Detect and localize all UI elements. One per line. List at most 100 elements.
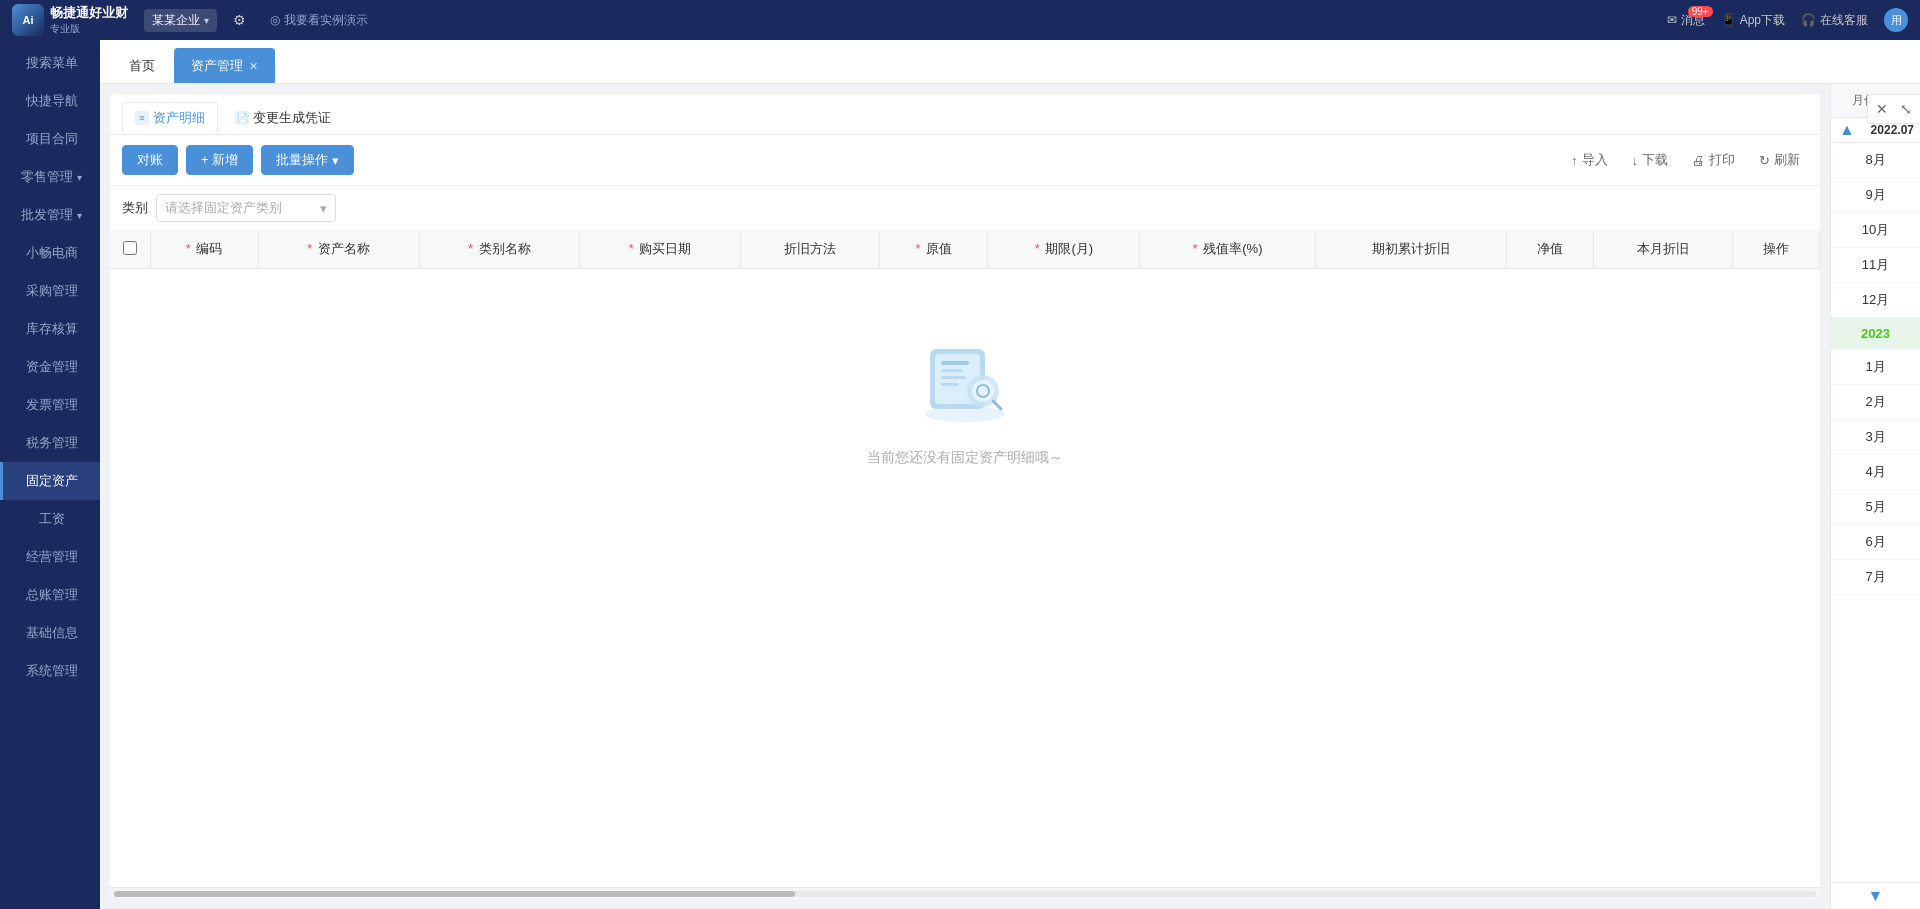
print-button[interactable]: 🖨 打印	[1684, 146, 1743, 174]
message-icon: ✉	[1667, 13, 1677, 27]
add-button[interactable]: + 新增	[186, 145, 253, 175]
select-all-checkbox[interactable]	[123, 241, 137, 255]
app-name: 畅捷通好业财	[50, 5, 128, 20]
app-download-label: App下载	[1740, 12, 1785, 29]
resize-panel-button[interactable]: ⤡	[1896, 99, 1916, 119]
month-item-3[interactable]: 3月	[1831, 420, 1920, 455]
demo-link[interactable]: ◎ 我要看实例演示	[270, 12, 368, 29]
sidebar-item-batch-management[interactable]: 批发管理 ▾	[0, 196, 100, 234]
refresh-button[interactable]: ↻ 刷新	[1751, 146, 1808, 174]
gear-icon[interactable]: ⚙	[233, 12, 246, 28]
sidebar-item-retail-management[interactable]: 零售管理 ▾	[0, 158, 100, 196]
month-item-7[interactable]: 7月	[1831, 560, 1920, 595]
batch-label: 批量操作	[276, 151, 328, 169]
col-original-value-label: 原值	[926, 241, 952, 256]
month-item-5[interactable]: 5月	[1831, 490, 1920, 525]
refresh-icon: ↻	[1759, 153, 1770, 168]
required-mark: *	[1035, 241, 1040, 256]
sidebar-label-business: 经营管理	[26, 548, 78, 566]
month-item-10[interactable]: 10月	[1831, 213, 1920, 248]
logo-icon-text: Ai	[23, 14, 34, 26]
sidebar-item-quick-nav[interactable]: 快捷导航	[0, 82, 100, 120]
required-mark: *	[468, 241, 473, 256]
horizontal-scrollbar[interactable]	[110, 887, 1820, 899]
col-purchase-date: * 购买日期	[580, 230, 741, 269]
sidebar-label-general-ledger: 总账管理	[26, 586, 78, 604]
col-period-months-label: 期限(月)	[1045, 241, 1093, 256]
month-item-2[interactable]: 2月	[1831, 385, 1920, 420]
company-selector[interactable]: 某某企业 ▾	[144, 9, 217, 32]
download-icon-btn: ↓	[1632, 153, 1639, 168]
sidebar-item-search-menu[interactable]: 搜索菜单	[0, 44, 100, 82]
col-asset-name-label: 资产名称	[318, 241, 370, 256]
month-item-year-2023: 2023	[1831, 318, 1920, 350]
import-label: 导入	[1582, 151, 1608, 169]
service-icon: 🎧	[1801, 13, 1816, 27]
sidebar-item-project-contract[interactable]: 项目合同	[0, 120, 100, 158]
col-accumulated-depreciation: 期初累计折旧	[1315, 230, 1507, 269]
month-item-12[interactable]: 12月	[1831, 283, 1920, 318]
top-bar: Ai 畅捷通好业财 专业版 某某企业 ▾ ⚙ ◎ 我要看实例演示 ✉ 消息 99…	[0, 0, 1920, 40]
add-label: + 新增	[201, 151, 238, 169]
month-item-8[interactable]: 8月	[1831, 143, 1920, 178]
top-bar-right: ✉ 消息 99+ 📱 App下载 🎧 在线客服 用	[1667, 8, 1908, 32]
reconcile-button[interactable]: 对账	[122, 145, 178, 175]
col-monthly-depreciation-label: 本月折旧	[1637, 241, 1689, 256]
svg-rect-5	[941, 376, 966, 379]
import-button[interactable]: ↑ 导入	[1563, 146, 1616, 174]
sidebar-item-fixed-assets[interactable]: 固定资产	[0, 462, 100, 500]
month-nav-down-icon[interactable]: ▼	[1868, 887, 1884, 905]
sub-tab-asset-detail[interactable]: ≡ 资产明细	[122, 102, 218, 134]
sidebar-label-quick-nav: 快捷导航	[26, 92, 78, 110]
download-button[interactable]: ↓ 下载	[1624, 146, 1677, 174]
expand-arrow-icon: ▾	[77, 172, 82, 183]
app-download-button[interactable]: 📱 App下载	[1721, 12, 1785, 29]
sub-tabs: ≡ 资产明细 📄 变更生成凭证	[110, 94, 1820, 135]
month-item-11[interactable]: 11月	[1831, 248, 1920, 283]
panel-controls: ✕ ⤡	[1867, 94, 1920, 124]
sidebar-item-general-ledger[interactable]: 总账管理	[0, 576, 100, 614]
sidebar-item-tax-management[interactable]: 税务管理	[0, 424, 100, 462]
col-depreciation-method: 折旧方法	[740, 230, 879, 269]
sub-tab-change-voucher[interactable]: 📄 变更生成凭证	[222, 102, 344, 134]
sidebar-item-business-management[interactable]: 经营管理	[0, 538, 100, 576]
svg-rect-6	[941, 383, 959, 386]
col-category-name: * 类别名称	[419, 230, 580, 269]
month-item-4[interactable]: 4月	[1831, 455, 1920, 490]
batch-button[interactable]: 批量操作 ▾	[261, 145, 354, 175]
month-item-1[interactable]: 1月	[1831, 350, 1920, 385]
scrollbar-thumb[interactable]	[114, 891, 795, 897]
month-panel: 月份选择 ▲ 2022.07 8月 9月 10月 11月 12月 2023 1月…	[1830, 84, 1920, 909]
sidebar-label-batch-management: 批发管理	[21, 206, 73, 224]
sidebar-item-system-management[interactable]: 系统管理	[0, 652, 100, 690]
empty-state: 当前您还没有固定资产明细哦～	[110, 269, 1820, 527]
tab-asset-management-label: 资产管理	[191, 57, 243, 75]
month-item-6[interactable]: 6月	[1831, 525, 1920, 560]
required-mark: *	[186, 241, 191, 256]
main-panel: ≡ 资产明细 📄 变更生成凭证 对账 + 新增	[110, 94, 1820, 899]
tab-asset-management[interactable]: 资产管理 ✕	[174, 48, 275, 83]
col-residual-rate: * 残值率(%)	[1140, 230, 1315, 269]
month-nav-up-icon[interactable]: ▲	[1837, 120, 1857, 140]
category-filter-select[interactable]: 请选择固定资产类别 ▾	[156, 194, 336, 222]
sidebar-label-purchase: 采购管理	[26, 282, 78, 300]
tab-home[interactable]: 首页	[112, 48, 172, 83]
download-label: 下载	[1642, 151, 1668, 169]
close-panel-button[interactable]: ✕	[1872, 99, 1892, 119]
sidebar-item-inventory[interactable]: 库存核算	[0, 310, 100, 348]
avatar[interactable]: 用	[1884, 8, 1908, 32]
sidebar-label-system: 系统管理	[26, 662, 78, 680]
messages-button[interactable]: ✉ 消息 99+	[1667, 12, 1705, 29]
scrollbar-track[interactable]	[114, 891, 1816, 897]
month-item-9[interactable]: 9月	[1831, 178, 1920, 213]
close-icon[interactable]: ✕	[249, 60, 258, 73]
sidebar-item-basic-info[interactable]: 基础信息	[0, 614, 100, 652]
sidebar-item-invoice-management[interactable]: 发票管理	[0, 386, 100, 424]
print-icon: 🖨	[1692, 153, 1705, 168]
svg-line-9	[993, 401, 1001, 409]
sidebar-item-payroll[interactable]: 工资	[0, 500, 100, 538]
sidebar-item-purchase-management[interactable]: 采购管理	[0, 272, 100, 310]
sidebar-item-fund-management[interactable]: 资金管理	[0, 348, 100, 386]
sidebar-item-xiaochang-ecommerce[interactable]: 小畅电商	[0, 234, 100, 272]
online-service-button[interactable]: 🎧 在线客服	[1801, 12, 1868, 29]
